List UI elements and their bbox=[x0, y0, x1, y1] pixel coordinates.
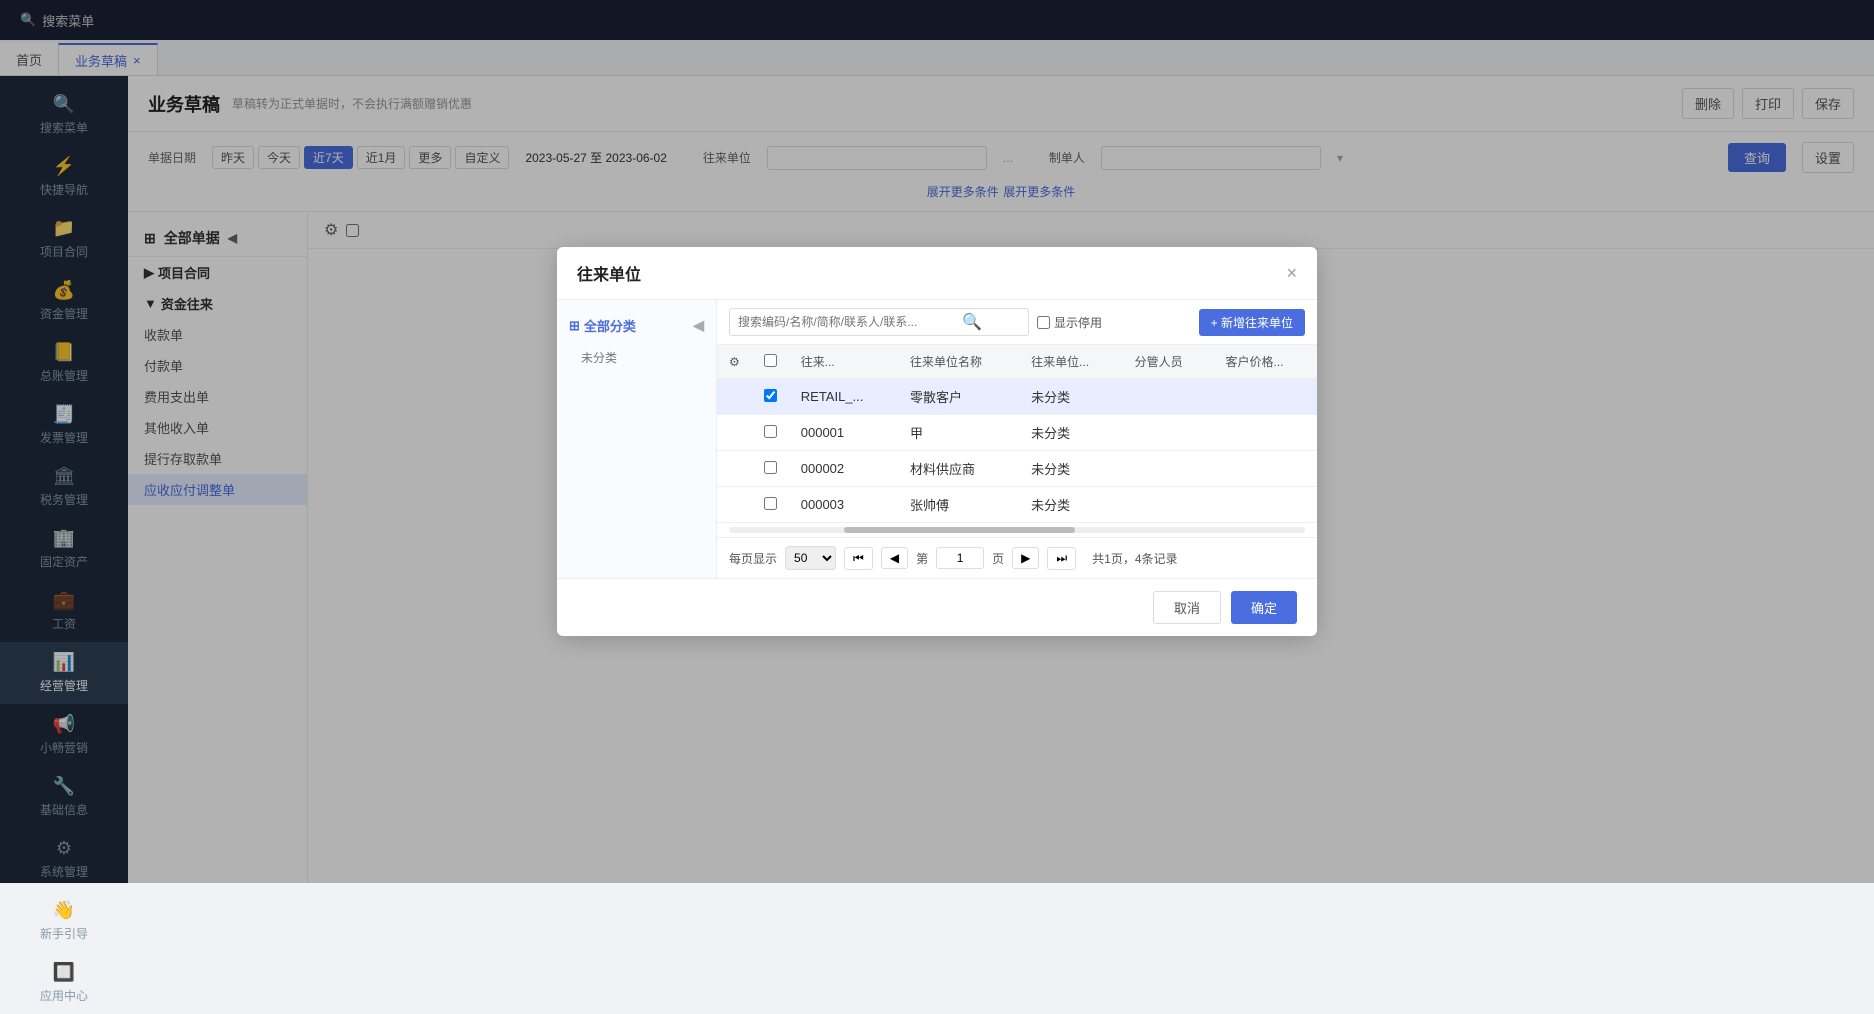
row-checkbox-3[interactable] bbox=[764, 461, 777, 474]
row-settings-1 bbox=[717, 379, 752, 415]
modal-right-panel: 🔍 显示停用 + 新增往来单位 ⚙ bbox=[717, 300, 1317, 578]
modal-scrollbar-thumb bbox=[844, 527, 1074, 533]
modal-left-item-unclassified[interactable]: 未分类 bbox=[557, 343, 716, 372]
show-disabled-checkbox[interactable] bbox=[1037, 316, 1050, 329]
modal-select-all[interactable] bbox=[764, 354, 777, 367]
cancel-button[interactable]: 取消 bbox=[1153, 591, 1221, 624]
col-manager: 分管人员 bbox=[1123, 345, 1214, 379]
add-partner-button[interactable]: + 新增往来单位 bbox=[1199, 309, 1305, 336]
modal-footer: 取消 确定 bbox=[557, 578, 1317, 636]
grid-icon: ⊞ bbox=[569, 318, 580, 334]
col-code: 往来... bbox=[789, 345, 898, 379]
modal-left-panel: ⊞ 全部分类 ◀ 未分类 bbox=[557, 300, 717, 578]
row-code-1: RETAIL_... bbox=[789, 379, 898, 415]
row-checkbox-4[interactable] bbox=[764, 497, 777, 510]
modal-pagination: 每页显示 50 100 ⏮ ◀ 第 页 ▶ ⏭ 共1页，4条记录 bbox=[717, 537, 1317, 578]
row-price-2 bbox=[1213, 415, 1317, 451]
row-name-4: 张帅傅 bbox=[898, 487, 1019, 523]
row-code-3: 000002 bbox=[789, 451, 898, 487]
modal-collapse-btn[interactable]: ◀ bbox=[693, 317, 704, 334]
table-row[interactable]: RETAIL_... 零散客户 未分类 bbox=[717, 379, 1317, 415]
row-price-1 bbox=[1213, 379, 1317, 415]
page-label: 第 bbox=[916, 550, 928, 567]
page-last-btn[interactable]: ⏭ bbox=[1047, 547, 1076, 570]
row-price-3 bbox=[1213, 451, 1317, 487]
col-name: 往来单位名称 bbox=[898, 345, 1019, 379]
col-checkbox bbox=[752, 345, 789, 379]
row-category-3: 未分类 bbox=[1019, 451, 1122, 487]
row-settings-3 bbox=[717, 451, 752, 487]
table-row[interactable]: 000001 甲 未分类 bbox=[717, 415, 1317, 451]
table-row[interactable]: 000003 张帅傅 未分类 bbox=[717, 487, 1317, 523]
col-settings: ⚙ bbox=[717, 345, 752, 379]
row-category-1: 未分类 bbox=[1019, 379, 1122, 415]
modal-close-button[interactable]: × bbox=[1286, 263, 1297, 284]
modal-search-input[interactable] bbox=[738, 315, 958, 329]
row-settings-2 bbox=[717, 415, 752, 451]
total-label: 共1页，4条记录 bbox=[1092, 550, 1177, 567]
table-row[interactable]: 000002 材料供应商 未分类 bbox=[717, 451, 1317, 487]
page-first-btn[interactable]: ⏮ bbox=[844, 547, 873, 570]
table-header-row: ⚙ 往来... 往来单位名称 往来单位... 分管人员 客户价格... bbox=[717, 345, 1317, 379]
modal-scrollbar[interactable] bbox=[729, 527, 1305, 533]
guide-icon: 👋 bbox=[53, 900, 75, 921]
show-disabled-label: 显示停用 bbox=[1037, 314, 1102, 331]
col-category: 往来单位... bbox=[1019, 345, 1122, 379]
sidebar-item-apps[interactable]: 🔲 应用中心 bbox=[0, 952, 128, 1014]
modal-header: 往来单位 × bbox=[557, 247, 1317, 300]
modal-body: ⊞ 全部分类 ◀ 未分类 🔍 显示停用 bbox=[557, 300, 1317, 578]
row-manager-1 bbox=[1123, 379, 1214, 415]
page-prev-btn[interactable]: ◀ bbox=[881, 547, 908, 569]
col-price: 客户价格... bbox=[1213, 345, 1317, 379]
sidebar-item-guide[interactable]: 👋 新手引导 bbox=[0, 890, 128, 952]
search-icon: 🔍 bbox=[962, 312, 982, 332]
row-category-4: 未分类 bbox=[1019, 487, 1122, 523]
per-page-select[interactable]: 50 100 bbox=[785, 546, 836, 570]
row-code-2: 000001 bbox=[789, 415, 898, 451]
row-category-2: 未分类 bbox=[1019, 415, 1122, 451]
modal-title: 往来单位 bbox=[577, 261, 641, 285]
modal-toolbar: 🔍 显示停用 + 新增往来单位 bbox=[717, 300, 1317, 345]
modal-search-box: 🔍 bbox=[729, 308, 1029, 336]
row-manager-4 bbox=[1123, 487, 1214, 523]
modal-table: ⚙ 往来... 往来单位名称 往来单位... 分管人员 客户价格... bbox=[717, 345, 1317, 523]
row-name-3: 材料供应商 bbox=[898, 451, 1019, 487]
page-next-btn[interactable]: ▶ bbox=[1012, 547, 1039, 569]
apps-icon: 🔲 bbox=[53, 962, 75, 983]
row-checkbox-1[interactable] bbox=[764, 389, 777, 402]
partner-modal: 往来单位 × ⊞ 全部分类 ◀ 未分类 🔍 bbox=[557, 247, 1317, 636]
row-manager-2 bbox=[1123, 415, 1214, 451]
confirm-button[interactable]: 确定 bbox=[1231, 591, 1297, 624]
row-code-4: 000003 bbox=[789, 487, 898, 523]
row-manager-3 bbox=[1123, 451, 1214, 487]
per-page-label: 每页显示 bbox=[729, 550, 777, 567]
row-name-2: 甲 bbox=[898, 415, 1019, 451]
modal-overlay: 往来单位 × ⊞ 全部分类 ◀ 未分类 🔍 bbox=[0, 0, 1874, 883]
page-suffix: 页 bbox=[992, 550, 1004, 567]
row-name-1: 零散客户 bbox=[898, 379, 1019, 415]
row-settings-4 bbox=[717, 487, 752, 523]
page-input[interactable] bbox=[936, 547, 984, 569]
row-checkbox-2[interactable] bbox=[764, 425, 777, 438]
modal-left-header: ⊞ 全部分类 ◀ bbox=[557, 308, 716, 343]
row-price-4 bbox=[1213, 487, 1317, 523]
